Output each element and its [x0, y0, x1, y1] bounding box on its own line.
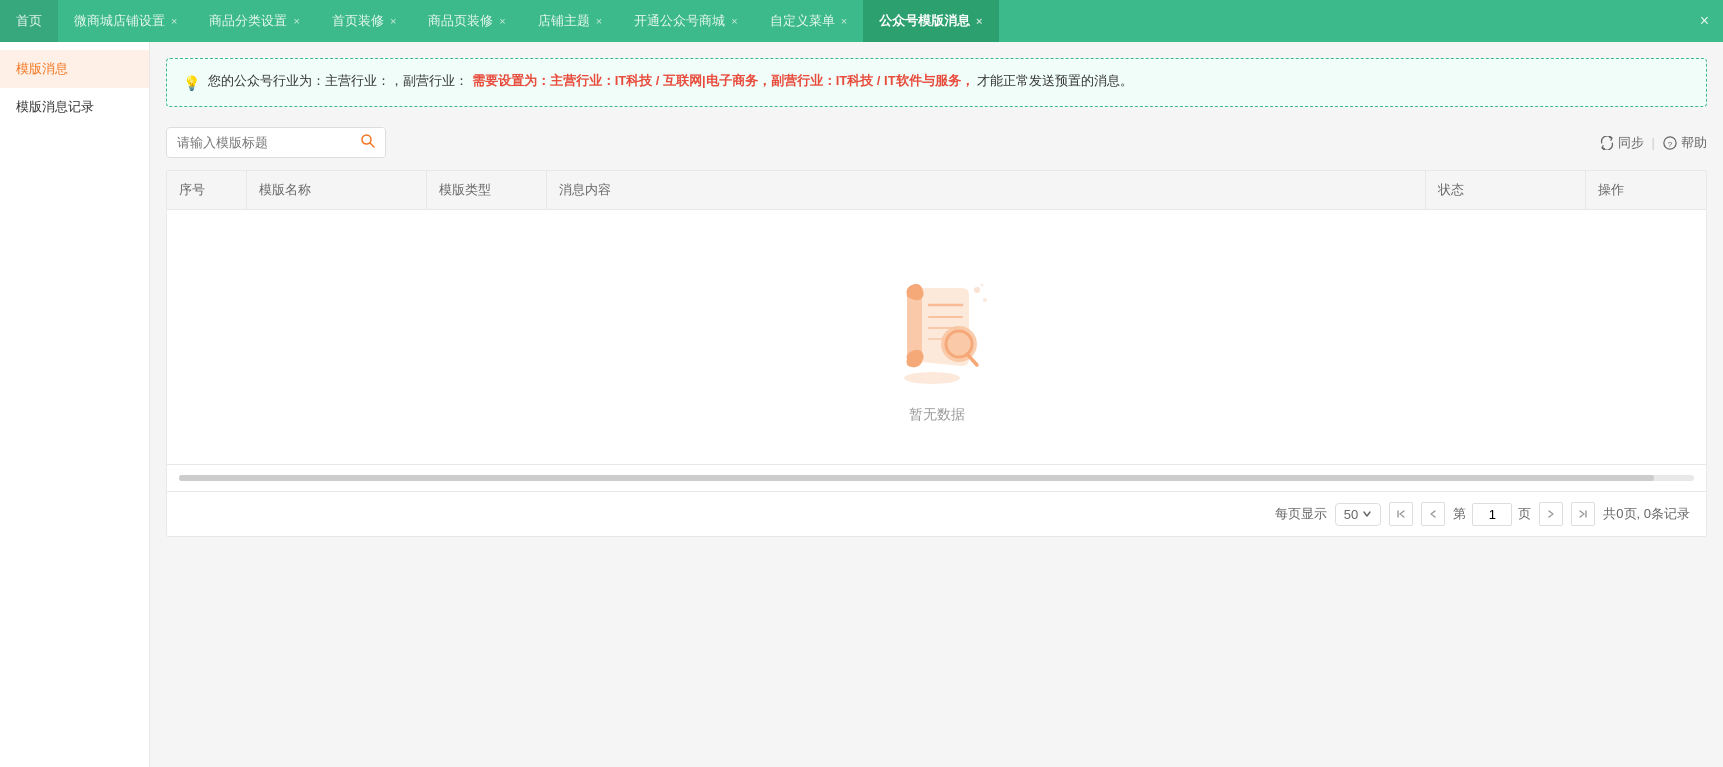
- tab-product-decor[interactable]: 商品页装修 ×: [412, 0, 521, 42]
- th-index: 序号: [167, 171, 247, 209]
- tab-category[interactable]: 商品分类设置 ×: [193, 0, 315, 42]
- top-nav: 首页 微商城店铺设置 × 商品分类设置 × 首页装修 × 商品页装修 × 店铺主…: [0, 0, 1723, 42]
- table-header: 序号 模版名称 模版类型 消息内容 状态 操作: [167, 171, 1706, 210]
- toolbar-divider: |: [1652, 135, 1655, 150]
- svg-point-12: [974, 287, 980, 293]
- th-name: 模版名称: [247, 171, 427, 209]
- last-page-button[interactable]: [1571, 502, 1595, 526]
- prev-page-icon: [1428, 509, 1438, 519]
- empty-svg-illustration: [877, 270, 997, 390]
- search-button[interactable]: [351, 128, 385, 157]
- page-label-post: 页: [1518, 505, 1531, 523]
- tab-open-mall-label: 开通公众号商城: [634, 12, 725, 30]
- tab-custom-menu[interactable]: 自定义菜单 ×: [754, 0, 863, 42]
- search-row: 同步 | ? 帮助: [166, 127, 1707, 158]
- notice-text: 您的公众号行业为：主营行业：，副营行业： 需要设置为：主营行业：IT科技 / 互…: [208, 71, 1133, 92]
- svg-point-14: [980, 284, 983, 287]
- tab-template-msg-close[interactable]: ×: [976, 15, 982, 27]
- tab-shop-theme-close[interactable]: ×: [596, 15, 602, 27]
- tab-category-close[interactable]: ×: [293, 15, 299, 27]
- svg-point-13: [983, 298, 987, 302]
- tab-homepage-decor-label: 首页装修: [332, 12, 384, 30]
- empty-text: 暂无数据: [909, 406, 965, 424]
- tab-template-msg-label: 公众号模版消息: [879, 12, 970, 30]
- tab-open-mall[interactable]: 开通公众号商城 ×: [618, 0, 753, 42]
- data-table: 序号 模版名称 模版类型 消息内容 状态 操作: [166, 170, 1707, 537]
- search-icon: [361, 134, 375, 148]
- notice-highlight: 需要设置为：主营行业：IT科技 / 互联网|电子商务，副营行业：IT科技 / I…: [472, 73, 974, 88]
- tab-wechat-shop[interactable]: 微商城店铺设置 ×: [58, 0, 193, 42]
- tab-wechat-shop-label: 微商城店铺设置: [74, 12, 165, 30]
- first-page-button[interactable]: [1389, 502, 1413, 526]
- th-type: 模版类型: [427, 171, 547, 209]
- help-button[interactable]: ? 帮助: [1663, 134, 1707, 152]
- per-page-label: 每页显示: [1275, 505, 1327, 523]
- empty-state: 暂无数据: [167, 210, 1706, 464]
- th-content: 消息内容: [547, 171, 1426, 209]
- next-page-button[interactable]: [1539, 502, 1563, 526]
- tab-homepage-decor[interactable]: 首页装修 ×: [316, 0, 412, 42]
- next-page-icon: [1546, 509, 1556, 519]
- tab-product-decor-close[interactable]: ×: [499, 15, 505, 27]
- help-icon: ?: [1663, 136, 1677, 150]
- last-page-icon: [1578, 509, 1588, 519]
- svg-line-1: [370, 143, 374, 147]
- sync-button[interactable]: 同步: [1600, 134, 1644, 152]
- empty-illustration: [877, 270, 997, 390]
- tab-homepage-decor-close[interactable]: ×: [390, 15, 396, 27]
- svg-text:?: ?: [1668, 139, 1673, 148]
- search-wrap: [166, 127, 386, 158]
- prev-page-button[interactable]: [1421, 502, 1445, 526]
- scrollbar-thumb: [179, 475, 1654, 481]
- tab-wechat-shop-close[interactable]: ×: [171, 15, 177, 27]
- tab-template-msg[interactable]: 公众号模版消息 ×: [863, 0, 998, 42]
- notice-box: 💡 您的公众号行业为：主营行业：，副营行业： 需要设置为：主营行业：IT科技 /…: [166, 58, 1707, 107]
- pagination: 每页显示 50: [167, 491, 1706, 536]
- sidebar-item-template-msg-record[interactable]: 模版消息记录: [0, 88, 149, 126]
- sidebar-item-template-msg-label: 模版消息: [16, 61, 68, 76]
- sidebar-item-template-msg[interactable]: 模版消息: [0, 50, 149, 88]
- sidebar: 模版消息 模版消息记录: [0, 42, 150, 767]
- tab-shop-theme[interactable]: 店铺主题 ×: [522, 0, 618, 42]
- page-input-wrap: 第 页: [1453, 503, 1531, 526]
- tab-home[interactable]: 首页: [0, 0, 58, 42]
- tab-custom-menu-label: 自定义菜单: [770, 12, 835, 30]
- help-label: 帮助: [1681, 134, 1707, 152]
- per-page-value: 50: [1344, 507, 1358, 522]
- sync-label: 同步: [1618, 134, 1644, 152]
- tab-product-decor-label: 商品页装修: [428, 12, 493, 30]
- bulb-icon: 💡: [183, 72, 200, 94]
- per-page-select[interactable]: 50: [1335, 503, 1381, 526]
- tab-shop-theme-label: 店铺主题: [538, 12, 590, 30]
- tab-custom-menu-close[interactable]: ×: [841, 15, 847, 27]
- total-info: 共0页, 0条记录: [1603, 505, 1690, 523]
- notice-prefix: 您的公众号行业为：主营行业：，副营行业：: [208, 73, 468, 88]
- search-input[interactable]: [167, 129, 351, 156]
- page-input[interactable]: [1472, 503, 1512, 526]
- global-close-button[interactable]: ×: [1686, 0, 1723, 42]
- sidebar-item-template-msg-record-label: 模版消息记录: [16, 99, 94, 114]
- content-area: 💡 您的公众号行业为：主营行业：，副营行业： 需要设置为：主营行业：IT科技 /…: [150, 42, 1723, 767]
- tab-home-label: 首页: [16, 12, 42, 30]
- tab-category-label: 商品分类设置: [209, 12, 287, 30]
- svg-point-4: [904, 372, 960, 384]
- toolbar-right: 同步 | ? 帮助: [1600, 134, 1707, 152]
- th-action: 操作: [1586, 171, 1706, 209]
- tab-open-mall-close[interactable]: ×: [731, 15, 737, 27]
- scrollbar-track[interactable]: [179, 475, 1694, 481]
- page-label-pre: 第: [1453, 505, 1466, 523]
- chevron-down-icon: [1362, 509, 1372, 519]
- sync-icon: [1600, 136, 1614, 150]
- first-page-icon: [1396, 509, 1406, 519]
- notice-suffix: 才能正常发送预置的消息。: [977, 73, 1133, 88]
- main-layout: 模版消息 模版消息记录 💡 您的公众号行业为：主营行业：，副营行业： 需要设置为…: [0, 42, 1723, 767]
- scrollbar-row: [167, 464, 1706, 491]
- th-status: 状态: [1426, 171, 1586, 209]
